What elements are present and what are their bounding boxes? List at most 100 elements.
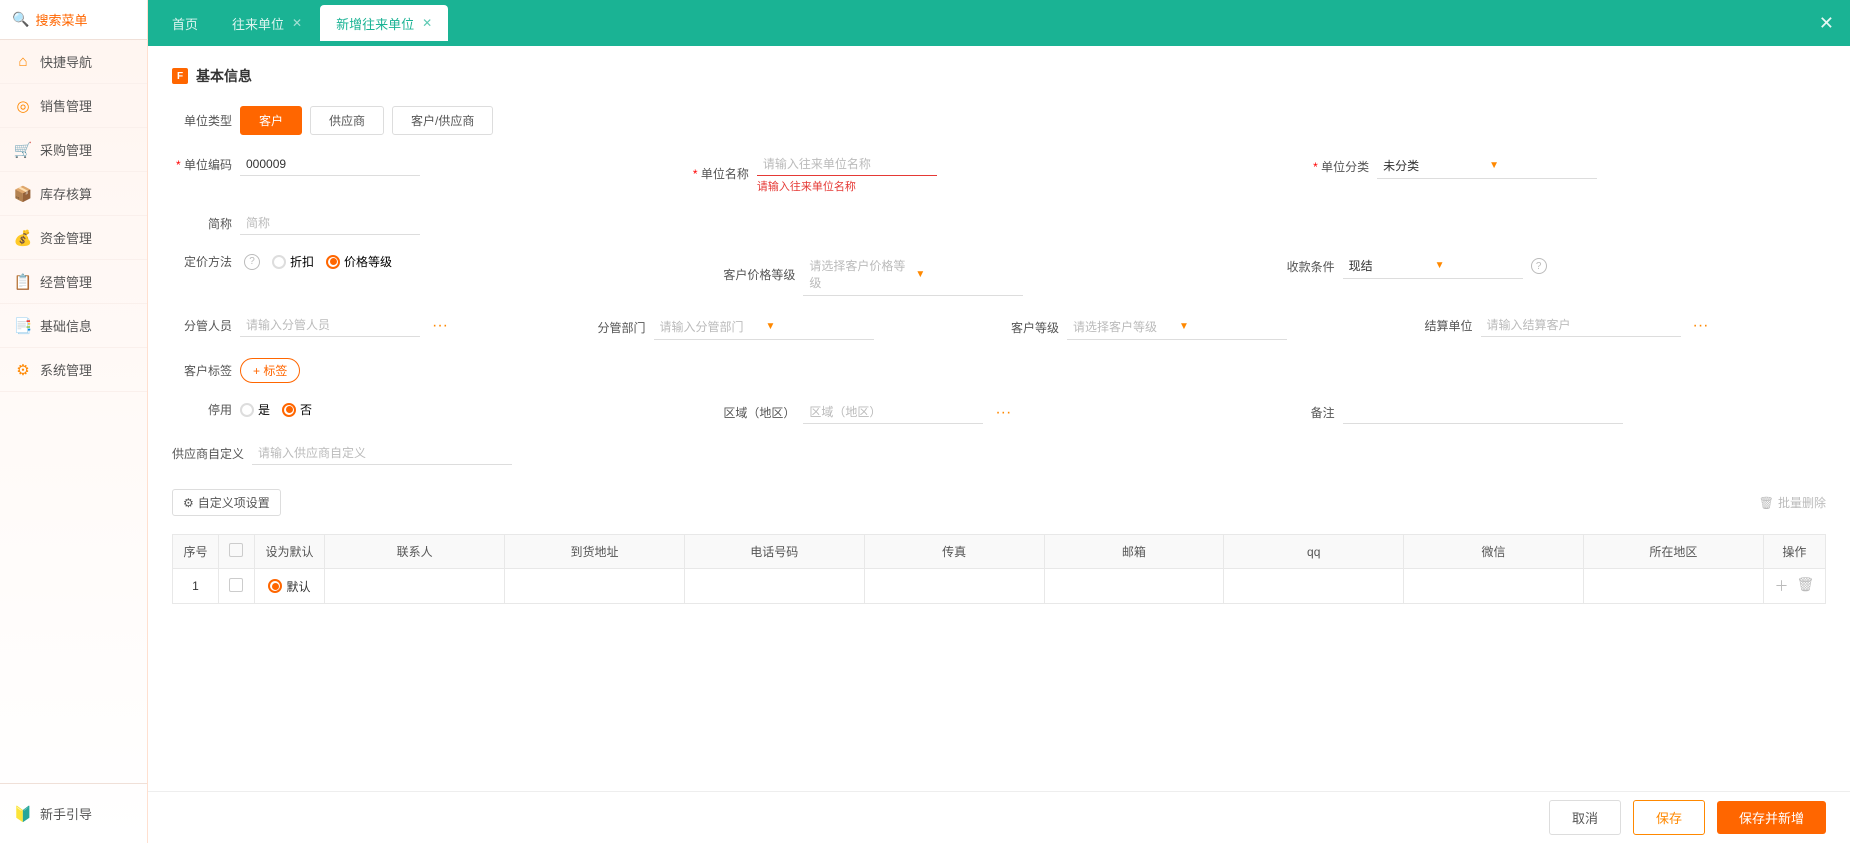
payment-terms-help-icon[interactable]: ?	[1531, 258, 1547, 274]
form-content: F 基本信息 单位类型 客户 供应商 客户/供应商 单位编码 单位名称 请输入往…	[148, 46, 1850, 843]
row-checkbox[interactable]	[229, 578, 243, 592]
row-action-cell: ＋ 🗑	[1763, 569, 1825, 604]
guide-icon: 🔰	[14, 805, 32, 823]
supplier-custom-input[interactable]	[252, 442, 512, 465]
search-menu[interactable]: 🔍 搜索菜单	[0, 0, 147, 40]
sidebar-item-quick-nav[interactable]: ⌂ 快捷导航	[0, 40, 147, 84]
disabled-radio-group: 是 否	[240, 401, 312, 418]
payment-terms-select[interactable]: 现结 ▼	[1343, 253, 1523, 279]
contact-input[interactable]	[335, 579, 494, 593]
custom-settings-label: 自定义项设置	[198, 494, 270, 511]
price-level-radio-circle	[326, 255, 340, 269]
tab-new-counterparty[interactable]: 新增往来单位 ✕	[320, 5, 448, 41]
tab-counterparty-close[interactable]: ✕	[292, 16, 302, 30]
sales-icon: ◎	[14, 97, 32, 115]
sidebar-item-finance[interactable]: 💰 资金管理	[0, 216, 147, 260]
sidebar-item-system[interactable]: ⚙ 系统管理	[0, 348, 147, 392]
section-title: 基本信息	[196, 66, 252, 86]
supplier-custom-label: 供应商自定义	[172, 445, 244, 462]
custom-settings-button[interactable]: ⚙ 自定义项设置	[172, 489, 281, 516]
row-region-input[interactable]	[1594, 579, 1753, 593]
sidebar-item-label: 基础信息	[40, 316, 92, 335]
sidebar-item-guide[interactable]: 🔰 新手引导	[0, 792, 147, 835]
tab-home[interactable]: 首页	[156, 5, 214, 41]
tab-new-counterparty-close[interactable]: ✕	[422, 16, 432, 30]
tab-counterparty-label: 往来单位	[232, 14, 284, 33]
customer-level-select[interactable]: 请选择客户等级 ▼	[1067, 314, 1287, 340]
unit-btn-both[interactable]: 客户/供应商	[392, 106, 493, 135]
name-input[interactable]	[757, 153, 937, 176]
abbr-input[interactable]	[240, 212, 420, 235]
row-default-radio[interactable]: 默认	[265, 578, 315, 595]
table-row: 1 默认	[173, 569, 1826, 604]
code-input[interactable]	[240, 153, 420, 176]
select-all-checkbox[interactable]	[229, 543, 243, 557]
category-select[interactable]: 未分类 ▼	[1377, 153, 1597, 179]
tab-home-label: 首页	[172, 14, 198, 33]
manager-dots-button[interactable]: ···	[428, 317, 452, 335]
row-delete-button[interactable]: 🗑	[1796, 576, 1814, 596]
row-no: 1	[173, 569, 219, 604]
row-manager: 分管人员 ··· 分管部门 请输入分管部门 ▼ 客户等级 请选择客户等级 ▼ 结…	[172, 314, 1826, 340]
add-tag-button[interactable]: + 标签	[240, 358, 300, 383]
operations-icon: 📋	[14, 273, 32, 291]
basic-info-icon: 📑	[14, 317, 32, 335]
row-tags: 客户标签 + 标签	[172, 358, 1826, 383]
batch-delete-label: 批量删除	[1778, 494, 1826, 511]
search-icon: 🔍	[12, 11, 29, 28]
unit-type-row: 单位类型 客户 供应商 客户/供应商	[172, 106, 1826, 135]
fax-input[interactable]	[875, 579, 1034, 593]
email-input[interactable]	[1055, 579, 1214, 593]
remark-input[interactable]	[1343, 401, 1623, 424]
sidebar-item-purchase[interactable]: 🛒 采购管理	[0, 128, 147, 172]
disabled-no-radio[interactable]: 否	[282, 401, 312, 418]
window-close-button[interactable]: ✕	[1811, 13, 1842, 34]
phone-input[interactable]	[695, 579, 854, 593]
sidebar-item-inventory[interactable]: 📦 库存核算	[0, 172, 147, 216]
pricing-group: 定价方法 ? 折扣 价格等级	[172, 253, 723, 270]
sidebar-item-sales[interactable]: ◎ 销售管理	[0, 84, 147, 128]
region-label: 区域（地区）	[723, 404, 795, 421]
col-fax: 传真	[864, 535, 1044, 569]
unit-btn-customer[interactable]: 客户	[240, 106, 302, 135]
row-wechat-cell	[1404, 569, 1584, 604]
address-input[interactable]	[515, 579, 674, 593]
pricing-discount-radio[interactable]: 折扣	[272, 253, 314, 270]
row-add-button[interactable]: ＋	[1774, 576, 1788, 596]
row-checkbox-cell	[218, 569, 254, 604]
region-input[interactable]	[803, 401, 983, 424]
batch-delete-button[interactable]: 🗑 批量删除	[1759, 494, 1826, 511]
region-dots-button[interactable]: ···	[991, 404, 1015, 422]
disabled-group: 停用 是 否	[172, 401, 723, 418]
unit-btn-supplier[interactable]: 供应商	[310, 106, 384, 135]
col-email: 邮箱	[1044, 535, 1224, 569]
disabled-no-circle	[282, 403, 296, 417]
tab-counterparty[interactable]: 往来单位 ✕	[216, 5, 318, 41]
save-button[interactable]: 保存	[1633, 800, 1705, 835]
settlement-input[interactable]	[1481, 314, 1681, 337]
disabled-yes-radio[interactable]: 是	[240, 401, 270, 418]
category-label: 单位分类	[1309, 158, 1369, 175]
sidebar-item-operations[interactable]: 📋 经营管理	[0, 260, 147, 304]
wechat-input[interactable]	[1414, 579, 1573, 593]
dept-label: 分管部门	[586, 319, 646, 336]
section-header: F 基本信息	[172, 66, 1826, 86]
manager-input[interactable]	[240, 314, 420, 337]
finance-icon: 💰	[14, 229, 32, 247]
cancel-button[interactable]: 取消	[1549, 800, 1621, 835]
pricing-help-icon[interactable]: ?	[244, 254, 260, 270]
settlement-dots-button[interactable]: ···	[1689, 317, 1713, 335]
price-level-select[interactable]: 请选择客户价格等级 ▼	[803, 253, 1023, 296]
sidebar-item-basic-info[interactable]: 📑 基础信息	[0, 304, 147, 348]
save-new-button[interactable]: 保存并新增	[1717, 801, 1826, 834]
tab-bar: 首页 往来单位 ✕ 新增往来单位 ✕ ✕	[148, 0, 1850, 46]
qq-input[interactable]	[1234, 579, 1393, 593]
dept-select[interactable]: 请输入分管部门 ▼	[654, 314, 874, 340]
customer-level-arrow-icon: ▼	[1179, 321, 1281, 332]
home-icon: ⌂	[14, 53, 32, 71]
pricing-level-radio[interactable]: 价格等级	[326, 253, 392, 270]
payment-terms-arrow-icon: ▼	[1435, 260, 1517, 271]
col-contact: 联系人	[325, 535, 505, 569]
tags-group: 客户标签 + 标签	[172, 358, 1826, 383]
col-no: 序号	[173, 535, 219, 569]
